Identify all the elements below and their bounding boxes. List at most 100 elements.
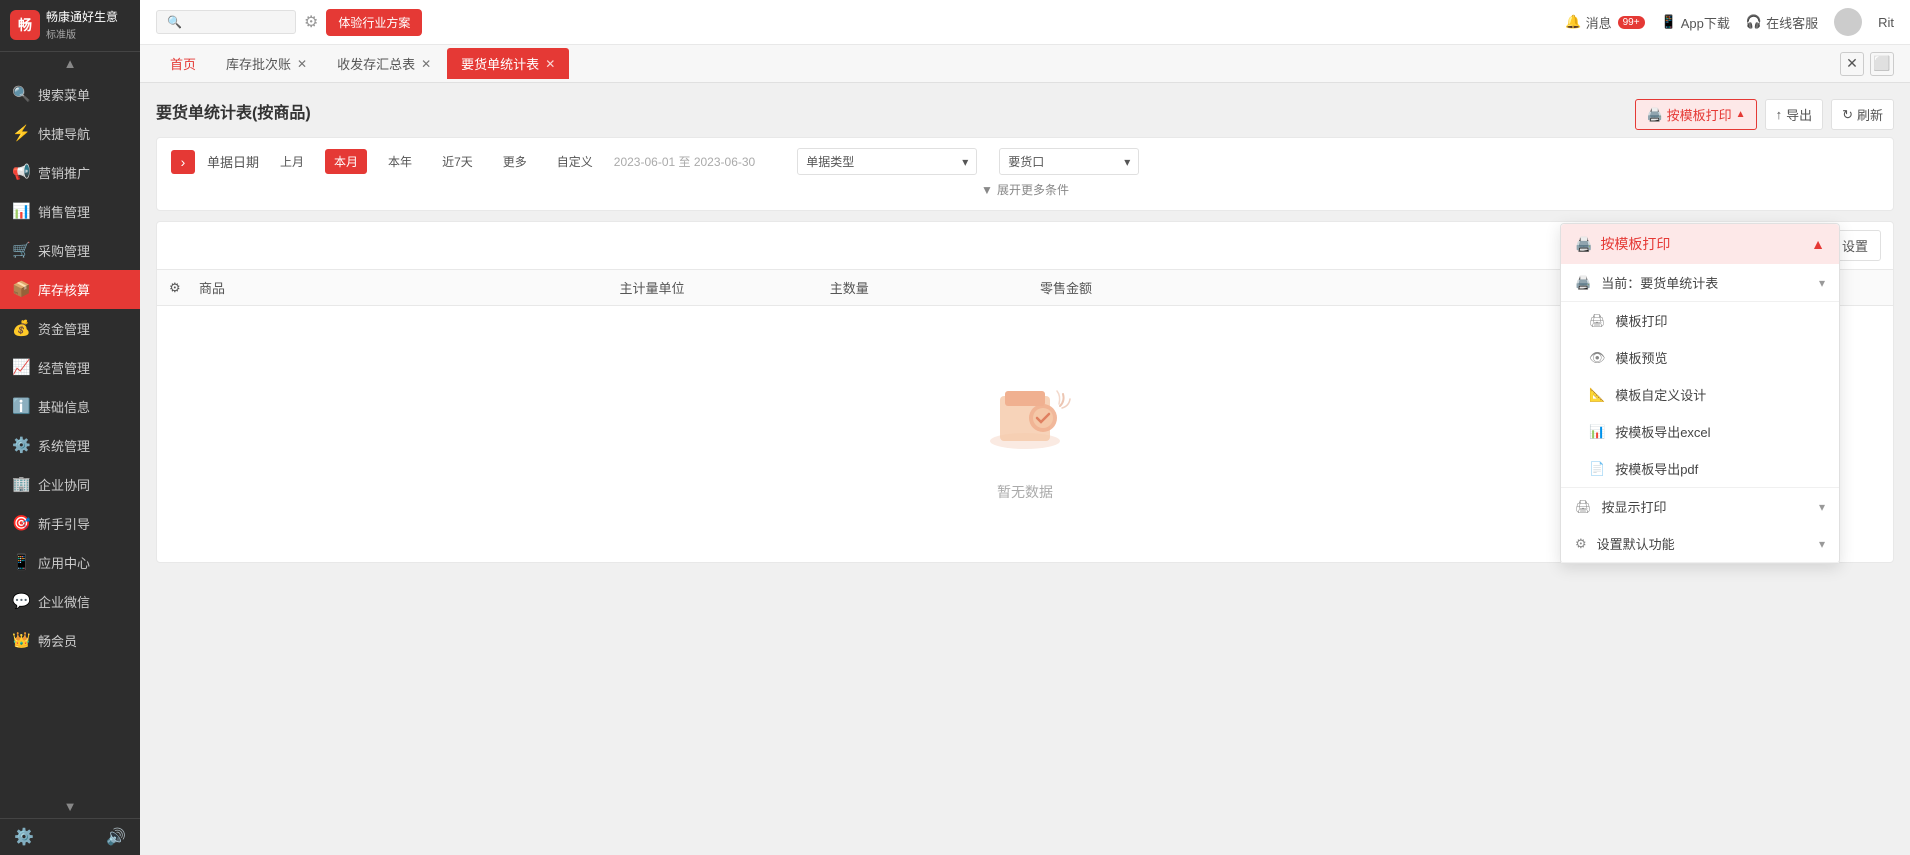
sidebar-item-finance[interactable]: 💰 资金管理 [0,309,140,348]
expand-more-label: 展开更多条件 [997,181,1069,198]
print-chevron-icon: ▲ [1736,109,1746,120]
date-btn-last-month[interactable]: 上月 [271,149,313,174]
scroll-down-btn[interactable]: ▼ [0,795,140,818]
nav-label-member: 畅会员 [38,631,77,650]
empty-text: 暂无数据 [997,482,1053,502]
export-pdf-icon: 📄 [1589,461,1605,477]
date-btn-this-month[interactable]: 本月 [325,149,367,174]
sidebar-item-quick-nav[interactable]: ⚡ 快捷导航 [0,114,140,153]
tab-batch-close[interactable]: ✕ [297,57,307,71]
settings-bottom-icon[interactable]: ⚙️ [14,827,34,847]
nav-label-purchase: 采购管理 [38,241,90,260]
tabbar-expand-icon[interactable]: ⬜ [1870,52,1894,76]
dropdown-default-func[interactable]: ⚙ 设置默认功能 ▾ [1561,525,1839,562]
expand-more-btn[interactable]: ▼ 展开更多条件 [981,181,1069,198]
dropdown-item-template-preview[interactable]: 👁 模板预览 [1561,339,1839,376]
dropdown-item-template-print[interactable]: 🖨 模板打印 [1561,302,1839,339]
dropdown-item-export-excel[interactable]: 📊 按模板导出excel [1561,413,1839,450]
dropdown-collapse-icon[interactable]: ▲ [1811,236,1825,252]
date-range-text: 2023-06-01 至 2023-06-30 [614,153,755,170]
username: Rit [1878,15,1894,30]
topbar-search-box[interactable]: 🔍 [156,10,296,34]
th-product: 商品 [199,278,620,297]
tabbar-close-icon[interactable]: ✕ [1840,52,1864,76]
nav-label-sales: 销售管理 [38,202,90,221]
date-btn-more[interactable]: 更多 [494,149,536,174]
refresh-btn[interactable]: ↻ 刷新 [1831,99,1894,130]
nav-label-basic: 基础信息 [38,397,90,416]
tab-order-label: 要货单统计表 [461,54,539,73]
sidebar-item-enterprise[interactable]: 🏢 企业协同 [0,465,140,504]
sales-icon: 📊 [12,202,30,220]
refresh-label: 刷新 [1857,105,1883,124]
content-area: 要货单统计表(按商品) 🖨️ 按模板打印 ▲ ↑ 导出 ↻ 刷新 › 单据日期 … [140,83,1910,855]
sidebar-item-operations[interactable]: 📈 经营管理 [0,348,140,387]
inventory-icon: 📦 [12,280,30,298]
sidebar: 畅 畅康通好生意 标准版 ▲ 🔍 搜索菜单 ⚡ 快捷导航 📢 营销推广 📊 销售… [0,0,140,855]
scroll-up-btn[interactable]: ▲ [0,52,140,75]
print-btn[interactable]: 🖨️ 按模板打印 ▲ [1635,99,1756,130]
sidebar-item-member[interactable]: 👑 畅会员 [0,621,140,660]
th-settings[interactable]: ⚙ [169,280,199,296]
filter-more-row: ▼ 展开更多条件 [171,175,1879,200]
app-download-label: App下载 [1681,13,1730,32]
date-btn-this-year[interactable]: 本年 [379,149,421,174]
date-btn-custom[interactable]: 自定义 [548,149,602,174]
logo-sub: 标准版 [46,26,118,41]
sidebar-item-purchase[interactable]: 🛒 采购管理 [0,231,140,270]
yaohuotype-label: 要货口 [1008,153,1044,170]
finance-icon: 💰 [12,319,30,337]
dropdown-current-item[interactable]: 🖨️ 当前：要货单统计表 ▾ [1561,264,1839,301]
quick-nav-icon: ⚡ [12,124,30,142]
tab-collection-summary[interactable]: 收发存汇总表 ✕ [323,48,445,79]
dropdown-item-export-pdf[interactable]: 📄 按模板导出pdf [1561,450,1839,487]
export-btn[interactable]: ↑ 导出 [1765,99,1824,130]
sidebar-item-basic-info[interactable]: ℹ️ 基础信息 [0,387,140,426]
tab-collection-close[interactable]: ✕ [421,57,431,71]
notification-btn[interactable]: 🔔 消息 99+ [1565,13,1644,32]
date-btn-7days[interactable]: 近7天 [433,149,482,174]
dropdown-display-print[interactable]: 🖨 按显示打印 ▾ [1561,488,1839,525]
trial-btn[interactable]: 体验行业方案 [326,9,422,36]
nav-label-system: 系统管理 [38,436,90,455]
template-print-icon: 🖨 [1589,313,1606,329]
filter-expand-btn[interactable]: › [171,150,195,174]
guide-icon: 🎯 [12,514,30,532]
sidebar-item-inventory[interactable]: 📦 库存核算 [0,270,140,309]
notification-icon: 🔔 [1565,14,1581,30]
type-filter-select[interactable]: 单据类型 ▾ [797,148,977,175]
topbar: 🔍 ⚙ 体验行业方案 🔔 消息 99+ 📱 App下载 🎧 在线客服 Rit [140,0,1910,45]
tab-order-close[interactable]: ✕ [545,57,555,71]
sidebar-item-system[interactable]: ⚙️ 系统管理 [0,426,140,465]
sidebar-item-sales[interactable]: 📊 销售管理 [0,192,140,231]
topbar-left: 🔍 ⚙ 体验行业方案 [156,9,1565,36]
sidebar-item-appstore[interactable]: 📱 应用中心 [0,543,140,582]
template-custom-label: 模板自定义设计 [1615,385,1706,404]
yaohuotype-chevron: ▾ [1124,155,1130,169]
nav-label-search: 搜索菜单 [38,85,90,104]
dropdown-header[interactable]: 🖨️ 按模板打印 ▲ [1561,224,1839,264]
th-unit: 主计量单位 [620,278,830,297]
sidebar-item-wecom[interactable]: 💬 企业微信 [0,582,140,621]
tab-order-stats[interactable]: 要货单统计表 ✕ [447,48,569,79]
tab-home[interactable]: 首页 [156,48,210,79]
empty-icon [975,366,1075,466]
sidebar-item-search[interactable]: 🔍 搜索菜单 [0,75,140,114]
online-service-btn[interactable]: 🎧 在线客服 [1746,13,1818,32]
enterprise-icon: 🏢 [12,475,30,493]
avatar[interactable] [1834,8,1862,36]
tab-batch-account[interactable]: 库存批次账 ✕ [212,48,321,79]
app-download-btn[interactable]: 📱 App下载 [1661,13,1730,32]
dropdown-item-template-custom[interactable]: 📐 模板自定义设计 [1561,376,1839,413]
sound-icon[interactable]: 🔊 [106,827,126,847]
sidebar-item-guide[interactable]: 🎯 新手引导 [0,504,140,543]
headset-icon: 🎧 [1746,14,1762,30]
yaohuotype-filter[interactable]: 要货口 ▾ [999,148,1139,175]
topbar-gear-icon[interactable]: ⚙ [304,12,318,32]
default-func-arrow: ▾ [1819,537,1825,551]
right-toolbar: 🖨️ 按模板打印 ▲ ↑ 导出 ↻ 刷新 [1635,99,1894,130]
nav-label-operations: 经营管理 [38,358,90,377]
sidebar-item-marketing[interactable]: 📢 营销推广 [0,153,140,192]
dropdown-current-icon: 🖨️ [1575,275,1591,291]
appstore-icon: 📱 [12,553,30,571]
